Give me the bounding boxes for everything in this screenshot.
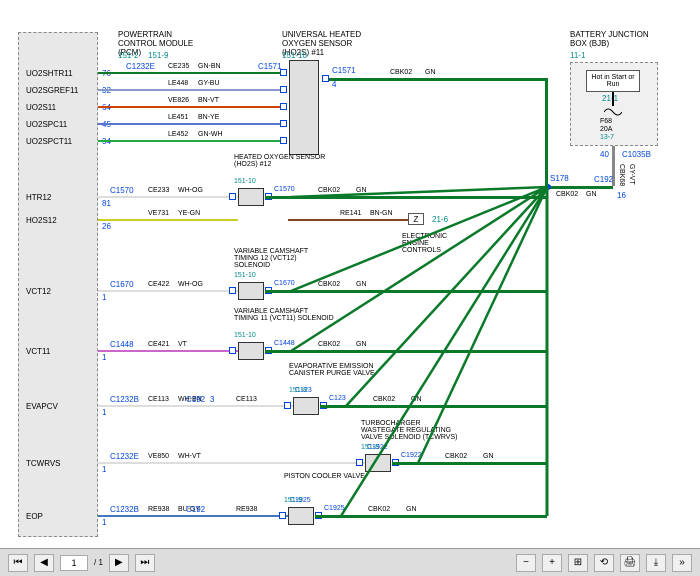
prev-page-button[interactable]: ◀ bbox=[34, 554, 54, 572]
pcm-sig: UO2SPC11 bbox=[26, 120, 67, 129]
hot-label: Hot in Start or Run bbox=[589, 74, 637, 88]
comp-label: HEATED OXYGEN SENSOR (HO2S) #12 bbox=[234, 154, 334, 168]
bjb-conn: C1035B bbox=[622, 150, 651, 159]
bjb-title: BATTERY JUNCTION BOX (BJB) bbox=[570, 30, 650, 48]
pcm-sig: UO2S11 bbox=[26, 103, 56, 112]
first-page-button[interactable]: ⏮ bbox=[8, 554, 28, 572]
fuse-name: F68 bbox=[600, 118, 612, 125]
fuse-amp: 20A bbox=[600, 126, 612, 133]
comp-label: VARIABLE CAMSHAFT TIMING 11 (VCT11) SOLE… bbox=[234, 308, 334, 322]
tool-button-4[interactable]: ⤓ bbox=[646, 554, 666, 572]
wire bbox=[98, 89, 284, 91]
pcm-sig: HTR12 bbox=[26, 193, 51, 202]
uhos-pin: 4 bbox=[332, 80, 336, 89]
wire bbox=[98, 462, 365, 464]
comp-label: TURBOCHARGER WASTEGATE REGULATING VALVE … bbox=[361, 420, 461, 441]
footer-toolbar: ⏮ ◀ / 1 ▶ ⏭ − + ⊞ ⟲ 🖨 ⤓ » bbox=[0, 548, 700, 576]
conn-box bbox=[280, 86, 287, 93]
fuse-ref: 21-1 bbox=[602, 94, 618, 103]
splice-label: S178 bbox=[550, 174, 569, 183]
pcm-ref: 151-2 bbox=[118, 51, 138, 60]
pcm-sig: TCWRVS bbox=[26, 459, 61, 468]
bjb-bcol: GN bbox=[586, 191, 597, 198]
wire-bus bbox=[392, 462, 547, 465]
wire bbox=[98, 140, 284, 142]
wire bbox=[98, 106, 284, 108]
last-page-button[interactable]: ⏭ bbox=[135, 554, 155, 572]
wire bbox=[98, 350, 238, 352]
wire bbox=[98, 72, 284, 74]
conn-box bbox=[356, 459, 363, 466]
uhos-ref: 151-10 bbox=[282, 51, 307, 60]
uhos-conn-out bbox=[322, 75, 329, 82]
conn-box bbox=[280, 137, 287, 144]
cbk68-col: GY-VT bbox=[628, 164, 635, 185]
comp-label: VARIABLE CAMSHAFT TIMING 12 (VCT12) SOLE… bbox=[234, 248, 334, 269]
page-input[interactable] bbox=[60, 555, 88, 571]
pcm-sig: EOP bbox=[26, 512, 43, 521]
component bbox=[238, 282, 264, 300]
wire bbox=[98, 405, 293, 407]
pcm-ref2: 151-9 bbox=[148, 51, 168, 60]
conn-box bbox=[229, 287, 236, 294]
cbk68-ckt: CBK68 bbox=[618, 164, 625, 186]
bjb-pin2: 16 bbox=[617, 191, 626, 200]
wire-bjb-bus bbox=[547, 186, 613, 189]
tool-button-3[interactable]: 🖨 bbox=[620, 554, 640, 572]
pcm-sig: UO2SGREF11 bbox=[26, 86, 78, 95]
wire bbox=[98, 515, 288, 517]
wire-bus bbox=[265, 350, 547, 353]
uhos-bus: CBK02 bbox=[390, 69, 412, 76]
tool-button-1[interactable]: ⊞ bbox=[568, 554, 588, 572]
zoom-out-button[interactable]: − bbox=[516, 554, 536, 572]
pcm-sig: EVAPCV bbox=[26, 402, 58, 411]
conn-box bbox=[284, 402, 291, 409]
component bbox=[365, 454, 391, 472]
wire-bus bbox=[265, 196, 547, 199]
component bbox=[288, 507, 314, 525]
uhos-bcol: GN bbox=[425, 69, 436, 76]
hot-in-start-box: Hot in Start or Run bbox=[586, 70, 640, 92]
wire-uhos-v bbox=[545, 78, 548, 187]
comp-label: PISTON COOLER VALVE bbox=[284, 473, 384, 480]
conn-box bbox=[229, 347, 236, 354]
next-page-button[interactable]: ▶ bbox=[109, 554, 129, 572]
wire bbox=[98, 123, 284, 125]
component bbox=[293, 397, 319, 415]
fuse-loc: 13-7 bbox=[600, 134, 614, 141]
bjb-ref: 11-1 bbox=[570, 51, 585, 60]
wire bbox=[98, 196, 238, 198]
pcm-sig: HO2S12 bbox=[26, 216, 57, 225]
z-connector: Z bbox=[408, 213, 424, 225]
uhos-component bbox=[289, 60, 319, 155]
pcm-sig: UO2SPCT11 bbox=[26, 137, 72, 146]
component bbox=[238, 342, 264, 360]
wire-bus bbox=[320, 405, 547, 408]
uhos-conn-lbl: C1571 bbox=[332, 66, 356, 75]
tool-button-5[interactable]: » bbox=[672, 554, 692, 572]
page-total: / 1 bbox=[94, 558, 103, 567]
bjb-conn2: C192 bbox=[594, 175, 613, 184]
conn-box bbox=[280, 103, 287, 110]
component bbox=[238, 188, 264, 206]
bjb-pin: 40 bbox=[600, 150, 609, 159]
wire bbox=[98, 219, 238, 221]
bjb-bus: CBK02 bbox=[556, 191, 578, 198]
pcm-sig: VCT12 bbox=[26, 287, 51, 296]
conn-box bbox=[280, 120, 287, 127]
zoom-in-button[interactable]: + bbox=[542, 554, 562, 572]
wire bbox=[288, 219, 408, 221]
conn-box bbox=[229, 193, 236, 200]
wire-bus bbox=[315, 515, 547, 518]
comp-label: EVAPORATIVE EMISSION CANISTER PURGE VALV… bbox=[289, 363, 389, 377]
pcm-sig: UO2SHTR11 bbox=[26, 69, 73, 78]
wire-bus bbox=[265, 290, 547, 293]
wire-uhos-bus bbox=[329, 78, 547, 81]
conn-box bbox=[279, 512, 286, 519]
pcm-sig: VCT11 bbox=[26, 347, 50, 356]
wire bbox=[98, 290, 238, 292]
fuse-icon bbox=[604, 106, 622, 118]
tool-button-2[interactable]: ⟲ bbox=[594, 554, 614, 572]
